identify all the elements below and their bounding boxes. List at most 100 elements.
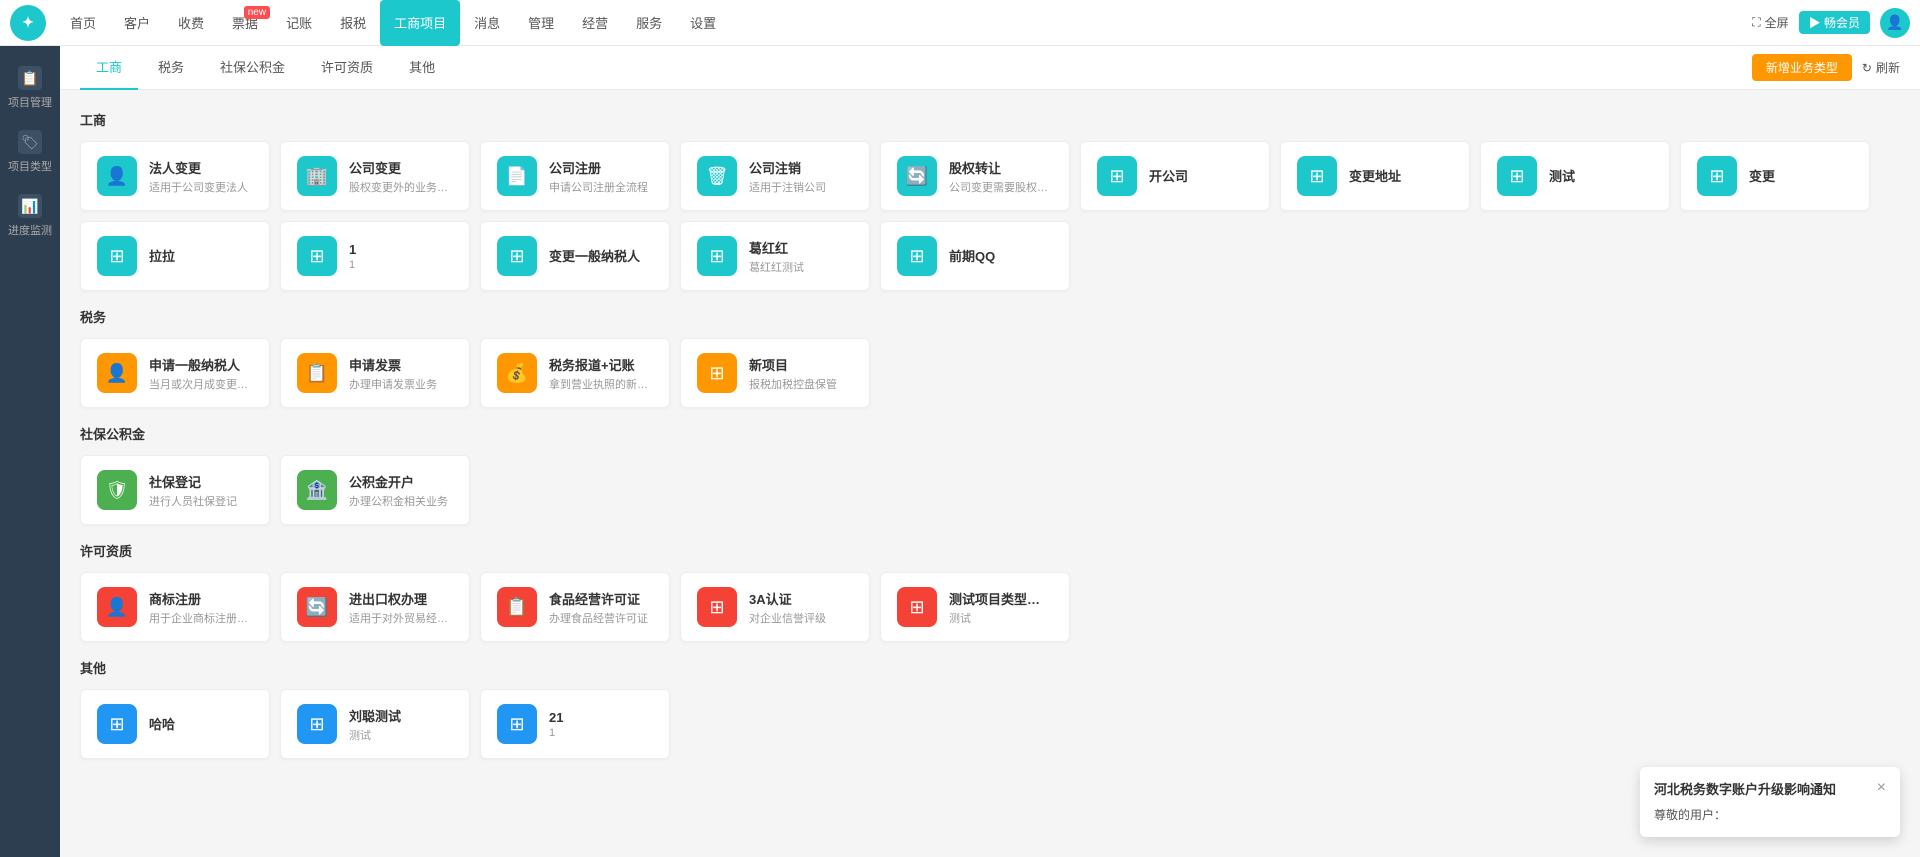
- card-ceshi-lx[interactable]: ⊞ 测试项目类型目定义 测试: [880, 572, 1070, 642]
- card-gszuce[interactable]: 📄 公司注册 申请公司注册全流程: [480, 141, 670, 211]
- card-info: 前期QQ: [949, 246, 1053, 267]
- nav-gongshang[interactable]: 工商项目: [380, 0, 460, 46]
- card-icon: ⊞: [1497, 156, 1537, 196]
- section-xuke-title: 许可资质: [80, 541, 1900, 560]
- sidebar-item-project-manage[interactable]: 📋 项目管理: [0, 56, 60, 120]
- tab-qita[interactable]: 其他: [393, 46, 451, 90]
- card-spjy-xkz[interactable]: 📋 食品经营许可证 办理食品经营许可证: [480, 572, 670, 642]
- notification-header: 河北税务数字账户升级影响通知 ×: [1654, 779, 1886, 798]
- card-info: 商标注册 用于企业商标注册服务: [149, 589, 253, 626]
- card-gsbiangeng[interactable]: 🏢 公司变更 股权变更外的业务变更: [280, 141, 470, 211]
- sidebar-item-label: 进度监测: [8, 222, 52, 238]
- card-3a-rz[interactable]: ⊞ 3A认证 对企业信誉评级: [680, 572, 870, 642]
- card-shangbiaozc[interactable]: 👤 商标注册 用于企业商标注册服务: [80, 572, 270, 642]
- card-biangengdizhi[interactable]: ⊞ 变更地址: [1280, 141, 1470, 211]
- card-lala[interactable]: ⊞ 拉拉: [80, 221, 270, 291]
- card-info: 申请一般纳税人 当月或次月成变更完成: [149, 355, 253, 392]
- card-ceshi[interactable]: ⊞ 测试: [1480, 141, 1670, 211]
- tab-shuiwu[interactable]: 税务: [142, 46, 200, 90]
- nav-operate[interactable]: 经营: [568, 0, 622, 46]
- card-gehonghong[interactable]: ⊞ 葛红红 葛红红测试: [680, 221, 870, 291]
- card-icon: ⊞: [297, 704, 337, 744]
- nav-customer[interactable]: 客户: [110, 0, 164, 46]
- tab-xuke[interactable]: 许可资质: [305, 46, 389, 90]
- avatar-icon: 👤: [1886, 14, 1903, 31]
- card-icon: ⊞: [697, 587, 737, 627]
- card-fazrenbiangeng[interactable]: 👤 法人变更 适用于公司变更法人: [80, 141, 270, 211]
- card-info: 新项目 报税加税控盘保管: [749, 355, 853, 392]
- section-shebao-title: 社保公积金: [80, 424, 1900, 443]
- nav-service[interactable]: 服务: [622, 0, 676, 46]
- sidebar-item-label: 项目管理: [8, 94, 52, 110]
- vip-icon: ▶: [1809, 16, 1821, 30]
- card-icon: 👤: [97, 587, 137, 627]
- card-info: 法人变更 适用于公司变更法人: [149, 158, 253, 195]
- card-icon: 💰: [497, 353, 537, 393]
- vip-button[interactable]: ▶ 畅会员: [1799, 11, 1870, 34]
- tab-bar: 工商 税务 社保公积金 许可资质 其他 新增业务类型 ↻ 刷新: [60, 46, 1920, 90]
- sidebar-item-label: 项目类型: [8, 158, 52, 174]
- card-info: 社保登记 进行人员社保登记: [149, 472, 253, 509]
- refresh-button[interactable]: ↻ 刷新: [1862, 59, 1900, 76]
- card-icon: ⊞: [497, 704, 537, 744]
- card-biangeng-yibanns[interactable]: ⊞ 变更一般纳税人: [480, 221, 670, 291]
- card-shebao-dengji[interactable]: 🛡 社保登记 进行人员社保登记: [80, 455, 270, 525]
- card-gjj-kaihu[interactable]: 🏦 公积金开户 办理公积金相关业务: [280, 455, 470, 525]
- qita-cards: ⊞ 哈哈 ⊞ 刘聪测试 测试 ⊞ 21 1: [80, 689, 1900, 759]
- nav-home[interactable]: 首页: [56, 0, 110, 46]
- card-info: 申请发票 办理申请发票业务: [349, 355, 453, 392]
- nav-items: 首页 客户 收费 票据 new 记账 报税 工商项目 消息 管理 经营: [56, 0, 1752, 46]
- card-gqzhuanrang[interactable]: 🔄 股权转让 公司变更需要股权转让: [880, 141, 1070, 211]
- notification-title: 河北税务数字账户升级影响通知: [1654, 779, 1836, 798]
- nav-right: ⛶ 全屏 ▶ 畅会员 👤: [1752, 8, 1910, 38]
- add-type-button[interactable]: 新增业务类型: [1752, 54, 1852, 81]
- card-icon: ⊞: [1297, 156, 1337, 196]
- card-info: 测试项目类型目定义 测试: [949, 589, 1053, 626]
- nav-settings[interactable]: 设置: [676, 0, 730, 46]
- project-type-icon: 🏷: [18, 130, 42, 154]
- sidebar-item-progress[interactable]: 📊 进度监测: [0, 184, 60, 248]
- card-biangeng[interactable]: ⊞ 变更: [1680, 141, 1870, 211]
- sidebar-item-project-type[interactable]: 🏷 项目类型: [0, 120, 60, 184]
- nav-tax[interactable]: 报税: [326, 0, 380, 46]
- card-icon: 👤: [97, 353, 137, 393]
- card-info: 拉拉: [149, 246, 253, 267]
- card-jckq[interactable]: 🔄 进出口权办理 适用于对外贸易经营者: [280, 572, 470, 642]
- card-one[interactable]: ⊞ 1 1: [280, 221, 470, 291]
- card-sqyibanns[interactable]: 👤 申请一般纳税人 当月或次月成变更完成: [80, 338, 270, 408]
- shebao-cards: 🛡 社保登记 进行人员社保登记 🏦 公积金开户 办理公积金相关业务: [80, 455, 1900, 525]
- nav-ticket[interactable]: 票据 new: [218, 0, 272, 46]
- card-icon: 🏦: [297, 470, 337, 510]
- card-info: 刘聪测试 测试: [349, 706, 453, 743]
- tab-shebao[interactable]: 社保公积金: [204, 46, 301, 90]
- card-info: 公司变更 股权变更外的业务变更: [349, 158, 453, 195]
- card-icon: ⊞: [497, 236, 537, 276]
- card-sqfapiao[interactable]: 📋 申请发票 办理申请发票业务: [280, 338, 470, 408]
- nav-fee[interactable]: 收费: [164, 0, 218, 46]
- section-shuiwu-title: 税务: [80, 307, 1900, 326]
- gongshang-cards: 👤 法人变更 适用于公司变更法人 🏢 公司变更 股权变更外的业务变更 📄 公司注…: [80, 141, 1900, 291]
- card-info: 哈哈: [149, 714, 253, 735]
- card-icon: 📄: [497, 156, 537, 196]
- user-avatar[interactable]: 👤: [1880, 8, 1910, 38]
- notification-close-button[interactable]: ×: [1877, 779, 1886, 797]
- tab-gongshang[interactable]: 工商: [80, 46, 138, 90]
- nav-message[interactable]: 消息: [460, 0, 514, 46]
- card-liucong-test[interactable]: ⊞ 刘聪测试 测试: [280, 689, 470, 759]
- card-swbaodao[interactable]: 💰 税务报道+记账 拿到营业执照的新公司: [480, 338, 670, 408]
- notification-popup: 河北税务数字账户升级影响通知 × 尊敬的用户：: [1640, 767, 1900, 837]
- card-haha[interactable]: ⊞ 哈哈: [80, 689, 270, 759]
- main-content: 工商 税务 社保公积金 许可资质 其他 新增业务类型 ↻ 刷新 工商: [60, 46, 1920, 857]
- card-icon: ⊞: [97, 704, 137, 744]
- tab-right-actions: 新增业务类型 ↻ 刷新: [1752, 54, 1900, 81]
- card-icon: ⊞: [297, 236, 337, 276]
- card-gszuxiao[interactable]: 🗑 公司注销 适用于注销公司: [680, 141, 870, 211]
- nav-manage[interactable]: 管理: [514, 0, 568, 46]
- card-xinxiangmu[interactable]: ⊞ 新项目 报税加税控盘保管: [680, 338, 870, 408]
- fullscreen-button[interactable]: ⛶ 全屏: [1752, 14, 1788, 31]
- card-kaigongsi[interactable]: ⊞ 开公司: [1080, 141, 1270, 211]
- top-nav: ✦ 首页 客户 收费 票据 new 记账 报税 工商项目 消息 管理: [0, 0, 1920, 46]
- card-qianqiQQ[interactable]: ⊞ 前期QQ: [880, 221, 1070, 291]
- nav-bookkeeping[interactable]: 记账: [272, 0, 326, 46]
- card-21[interactable]: ⊞ 21 1: [480, 689, 670, 759]
